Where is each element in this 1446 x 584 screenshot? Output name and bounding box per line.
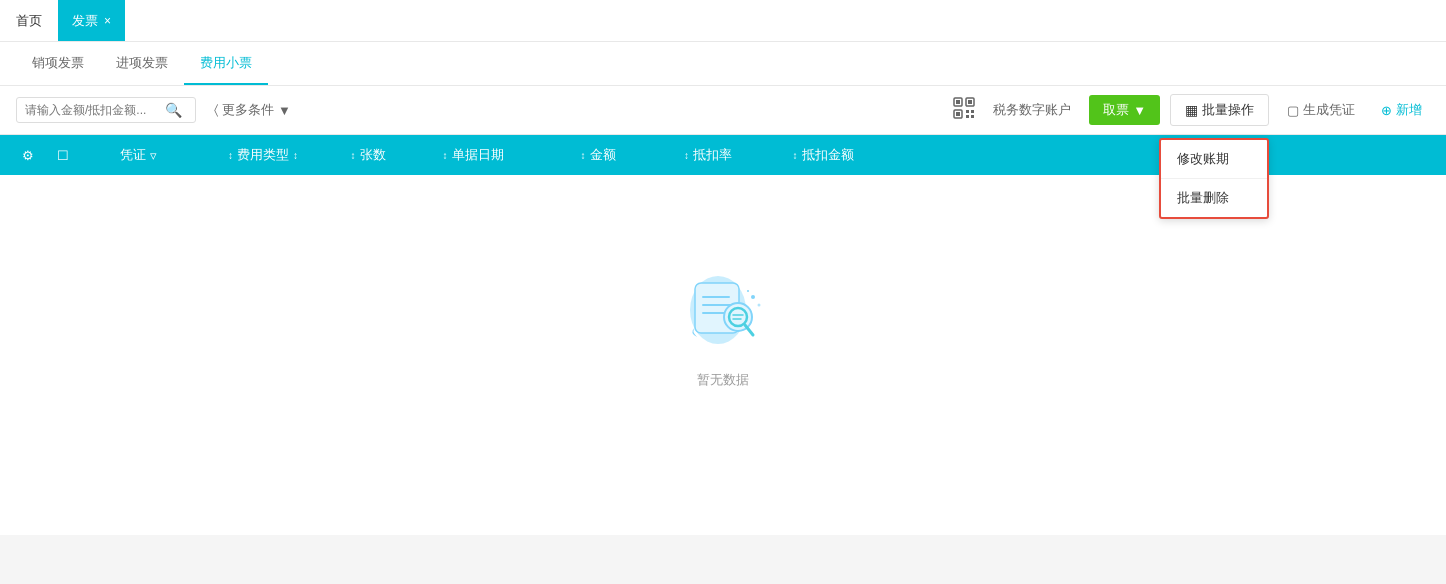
th-amount-label: 金额: [590, 146, 616, 164]
top-nav: 首页 发票 ×: [0, 0, 1446, 42]
filter-icon: 〈: [214, 102, 218, 118]
sort-count-icon[interactable]: ↕: [351, 150, 356, 161]
sort-down-icon[interactable]: ↕: [293, 150, 298, 161]
batch-dropdown-menu: 修改账期 批量删除: [1159, 138, 1269, 219]
th-rate-label: 抵扣率: [693, 146, 732, 164]
th-voucher: 凭证 ▿: [78, 146, 198, 164]
svg-rect-8: [966, 115, 969, 118]
sub-tabs: 销项发票 进项发票 费用小票: [0, 42, 1446, 86]
svg-point-20: [751, 295, 755, 299]
generate-voucher-button[interactable]: ▢ 生成凭证: [1279, 97, 1363, 123]
svg-point-22: [747, 290, 749, 292]
take-ticket-button[interactable]: 取票 ▼: [1089, 95, 1160, 125]
filter-label: 更多条件: [222, 101, 274, 119]
sub-tab-expense[interactable]: 费用小票: [184, 42, 268, 85]
batch-operation-button[interactable]: ▦ 批量操作: [1170, 94, 1269, 126]
sub-tab-sales[interactable]: 销项发票: [16, 42, 100, 85]
sort-date-icon[interactable]: ↕: [443, 150, 448, 161]
take-ticket-label: 取票: [1103, 101, 1129, 119]
sort-rate-icon[interactable]: ↕: [684, 150, 689, 161]
sub-tab-purchase[interactable]: 进项发票: [100, 42, 184, 85]
toolbar-left: 🔍 〈 更多条件 ▼: [16, 97, 299, 123]
sort-amount-icon[interactable]: ↕: [581, 150, 586, 161]
th-rate: ↕ 抵扣率: [658, 146, 758, 164]
add-icon: ⊕: [1381, 103, 1392, 118]
search-icon[interactable]: 🔍: [165, 102, 182, 118]
filter-chevron-icon: ▼: [278, 103, 291, 118]
nav-tab-invoice[interactable]: 发票 ×: [58, 0, 125, 41]
th-count-label: 张数: [360, 146, 386, 164]
generate-icon: ▢: [1287, 103, 1299, 118]
toolbar: 🔍 〈 更多条件 ▼ 税务数字账户 取票: [0, 86, 1446, 135]
th-deduct-label: 抵扣金额: [802, 146, 854, 164]
svg-rect-9: [971, 115, 974, 118]
th-voucher-filter-icon[interactable]: ▿: [150, 148, 157, 163]
settings-icon[interactable]: ⚙: [22, 148, 34, 163]
svg-rect-5: [956, 112, 960, 116]
add-label: 新增: [1396, 101, 1422, 119]
svg-point-21: [758, 304, 761, 307]
generate-label: 生成凭证: [1303, 101, 1355, 119]
svg-rect-3: [968, 100, 972, 104]
search-input[interactable]: [25, 103, 165, 117]
take-ticket-drop-icon: ▼: [1133, 103, 1146, 118]
dropdown-item-modify-period[interactable]: 修改账期: [1161, 140, 1267, 179]
add-button[interactable]: ⊕ 新增: [1373, 97, 1430, 123]
empty-text: 暂无数据: [697, 371, 749, 389]
th-checkbox[interactable]: ☐: [48, 148, 78, 163]
th-count: ↕ 张数: [328, 146, 408, 164]
th-deduct: ↕ 抵扣金额: [758, 146, 888, 164]
th-amount: ↕ 金额: [538, 146, 658, 164]
batch-btn-wrap: ▦ 批量操作 修改账期 批量删除: [1170, 94, 1269, 126]
th-date-label: 单据日期: [452, 146, 504, 164]
nav-home[interactable]: 首页: [0, 0, 58, 41]
th-expense-label: 费用类型: [237, 146, 289, 164]
nav-tab-close[interactable]: ×: [104, 14, 111, 28]
th-voucher-label: 凭证: [120, 146, 146, 164]
sort-up-icon[interactable]: ↕: [228, 150, 233, 161]
checkbox-icon[interactable]: ☐: [57, 148, 69, 163]
svg-rect-1: [956, 100, 960, 104]
svg-rect-7: [971, 110, 974, 113]
th-expense: ↕ 费用类型 ↕: [198, 146, 328, 164]
search-input-wrap: 🔍: [16, 97, 196, 123]
empty-illustration: [673, 255, 773, 355]
filter-button[interactable]: 〈 更多条件 ▼: [206, 97, 299, 123]
nav-tab-label: 发票: [72, 12, 98, 30]
dropdown-item-batch-delete[interactable]: 批量删除: [1161, 179, 1267, 217]
th-date: ↕ 单据日期: [408, 146, 538, 164]
qr-icon[interactable]: [953, 97, 975, 124]
batch-label: 批量操作: [1202, 101, 1254, 119]
batch-icon: ▦: [1185, 102, 1198, 118]
sort-deduct-icon[interactable]: ↕: [793, 150, 798, 161]
th-settings[interactable]: ⚙: [8, 148, 48, 163]
toolbar-right: 税务数字账户 取票 ▼ ▦ 批量操作 修改账期 批量删除 ▢ 生成凭证 ⊕ 新增: [953, 94, 1430, 126]
tax-digital-account-button[interactable]: 税务数字账户: [985, 97, 1079, 123]
svg-rect-6: [966, 110, 969, 113]
